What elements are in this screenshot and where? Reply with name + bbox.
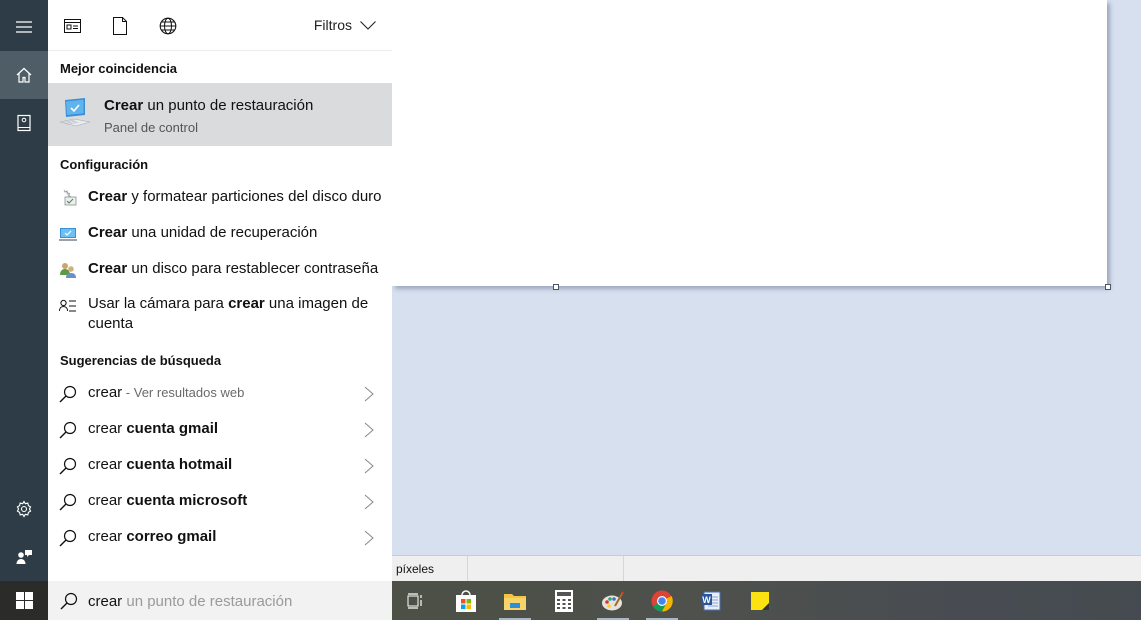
account-picture-icon bbox=[59, 297, 77, 315]
chevron-down-icon bbox=[360, 20, 376, 30]
canvas-resize-handle-corner[interactable] bbox=[1105, 284, 1111, 290]
search-input[interactable]: crear un punto de restauración bbox=[88, 593, 292, 610]
hamburger-icon bbox=[16, 21, 32, 33]
users-icon bbox=[59, 261, 77, 279]
taskbar-word[interactable]: W bbox=[687, 581, 735, 620]
best-match-title: Crear un punto de restauración bbox=[104, 97, 313, 114]
paint-palette-icon bbox=[602, 590, 624, 610]
search-box[interactable]: crear un punto de restauración bbox=[48, 581, 392, 620]
suggestion-item[interactable]: crear cuenta gmail bbox=[48, 412, 392, 448]
start-rail bbox=[0, 0, 48, 581]
apps-icon bbox=[63, 19, 81, 33]
paint-canvas[interactable] bbox=[392, 0, 1107, 286]
suggestions-heading: Sugerencias de búsqueda bbox=[60, 353, 222, 368]
settings-result[interactable]: Usar la cámara para crear una imagen de … bbox=[48, 288, 392, 340]
suggestion-label: crear cuenta microsoft bbox=[88, 492, 248, 509]
suggestion-item[interactable]: crear cuenta hotmail bbox=[48, 448, 392, 484]
suggestion-label: crear - Ver resultados web bbox=[88, 384, 245, 401]
search-icon bbox=[59, 493, 77, 511]
home-button[interactable] bbox=[0, 51, 48, 99]
taskbar-task-view[interactable] bbox=[392, 581, 440, 620]
settings-result-label: Crear y formatear particiones del disco … bbox=[88, 188, 382, 205]
search-icon bbox=[59, 529, 77, 547]
suggestion-item[interactable]: crear - Ver resultados web bbox=[48, 376, 392, 412]
taskbar-paint[interactable] bbox=[589, 581, 637, 620]
settings-result-label: Usar la cámara para crear una imagen de … bbox=[88, 295, 369, 332]
search-filter-bar: Filtros bbox=[48, 0, 392, 51]
svg-text:W: W bbox=[702, 595, 711, 605]
folder-icon bbox=[504, 593, 526, 610]
disk-management-icon bbox=[59, 189, 77, 207]
search-results-panel: Filtros Mejor coincidencia Crear un punt… bbox=[48, 0, 392, 581]
settings-result-label: Crear una unidad de recuperación bbox=[88, 224, 318, 241]
web-filter-button[interactable] bbox=[158, 16, 178, 36]
web-icon bbox=[159, 17, 177, 35]
taskbar-chrome[interactable] bbox=[638, 581, 686, 620]
best-match-heading: Mejor coincidencia bbox=[60, 61, 178, 76]
gear-icon bbox=[16, 500, 32, 518]
paint-window: píxeles bbox=[392, 0, 1141, 581]
taskbar-sticky-notes[interactable] bbox=[736, 581, 784, 620]
chevron-right-icon[interactable] bbox=[364, 422, 374, 438]
system-restore-icon bbox=[59, 98, 91, 127]
settings-button[interactable] bbox=[0, 485, 48, 533]
feedback-button[interactable] bbox=[0, 533, 48, 581]
suggestion-label: crear cuenta gmail bbox=[88, 420, 219, 437]
chevron-right-icon[interactable] bbox=[364, 494, 374, 510]
chrome-icon bbox=[651, 590, 673, 612]
settings-result[interactable]: Crear una unidad de recuperación bbox=[48, 216, 392, 252]
chevron-right-icon[interactable] bbox=[364, 530, 374, 546]
notebook-icon bbox=[17, 114, 31, 132]
store-icon bbox=[456, 589, 476, 612]
menu-button[interactable] bbox=[0, 3, 48, 51]
notebook-button[interactable] bbox=[0, 99, 48, 147]
task-view-icon bbox=[407, 592, 422, 609]
paint-statusbar: píxeles bbox=[392, 555, 1141, 581]
taskbar-file-explorer[interactable] bbox=[491, 581, 539, 620]
search-autocomplete-text: un punto de restauración bbox=[122, 593, 293, 610]
best-match-result[interactable]: Crear un punto de restauración Panel de … bbox=[48, 83, 392, 146]
settings-result[interactable]: Crear y formatear particiones del disco … bbox=[48, 180, 392, 216]
feedback-icon bbox=[16, 550, 32, 564]
suggestion-item[interactable]: crear correo gmail bbox=[48, 520, 392, 556]
settings-result-label: Crear un disco para restablecer contrase… bbox=[88, 260, 379, 277]
best-match-title-rest: un punto de restauración bbox=[143, 97, 314, 114]
calculator-icon bbox=[555, 589, 573, 612]
suggestion-label: crear correo gmail bbox=[88, 528, 217, 545]
apps-filter-button[interactable] bbox=[62, 16, 82, 36]
windows-logo-icon bbox=[15, 592, 33, 609]
canvas-resize-handle-bottom[interactable] bbox=[553, 284, 559, 290]
chevron-right-icon[interactable] bbox=[364, 386, 374, 402]
documents-filter-button[interactable] bbox=[110, 16, 130, 36]
filters-label: Filtros bbox=[313, 17, 352, 33]
filters-dropdown[interactable]: Filtros bbox=[314, 17, 376, 33]
suggestion-label: crear cuenta hotmail bbox=[88, 456, 233, 473]
status-cell-empty bbox=[468, 556, 624, 581]
best-match-title-bold: Crear bbox=[104, 97, 144, 114]
chevron-right-icon[interactable] bbox=[364, 458, 374, 474]
status-size-unit: píxeles bbox=[392, 556, 468, 581]
search-icon bbox=[59, 457, 77, 475]
search-icon bbox=[59, 385, 77, 403]
word-icon: W bbox=[701, 591, 721, 610]
taskbar-store[interactable] bbox=[442, 581, 490, 620]
recovery-drive-icon bbox=[59, 225, 77, 243]
search-icon bbox=[60, 592, 78, 610]
search-typed-text: crear bbox=[88, 593, 123, 610]
start-button[interactable] bbox=[0, 581, 48, 620]
suggestion-item[interactable]: crear cuenta microsoft bbox=[48, 484, 392, 520]
sticky-notes-icon bbox=[751, 591, 769, 610]
best-match-subtitle: Panel de control bbox=[104, 120, 198, 135]
search-icon bbox=[59, 421, 77, 439]
taskbar-calculator[interactable] bbox=[540, 581, 588, 620]
settings-result[interactable]: Crear un disco para restablecer contrase… bbox=[48, 252, 392, 288]
settings-heading: Configuración bbox=[60, 157, 149, 172]
home-icon bbox=[16, 67, 32, 83]
documents-icon bbox=[113, 17, 127, 35]
